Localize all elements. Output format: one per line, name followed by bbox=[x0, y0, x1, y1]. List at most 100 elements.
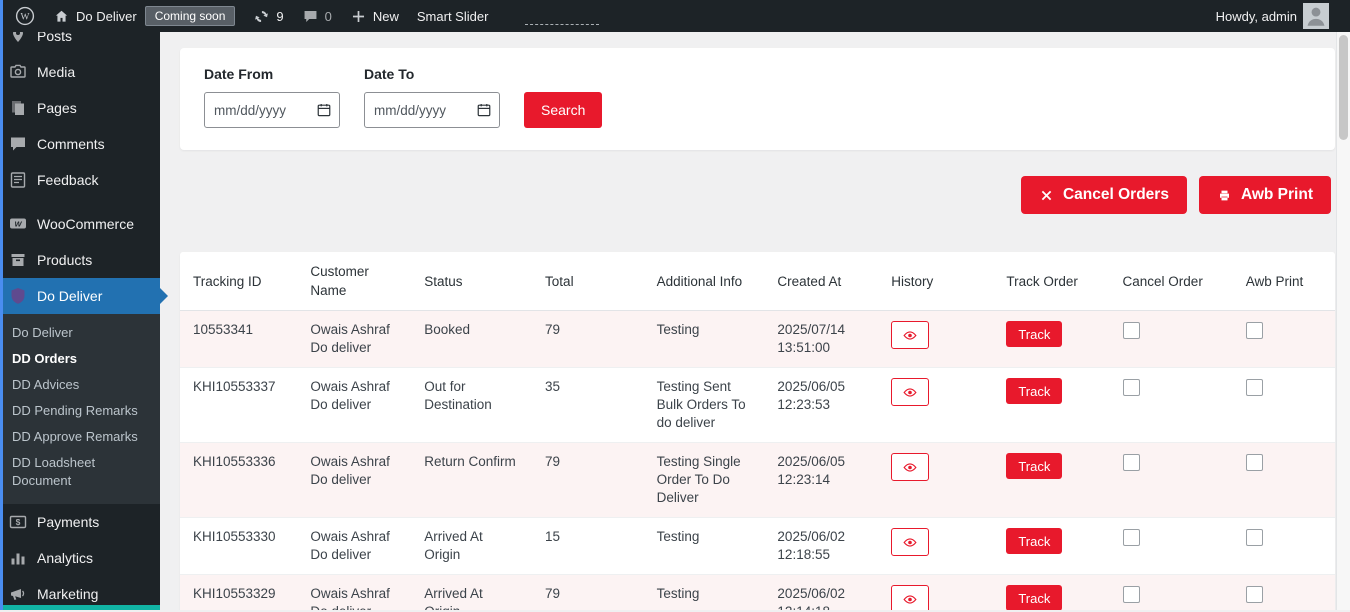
sidebar-item-media[interactable]: Media bbox=[0, 54, 160, 90]
track-button[interactable]: Track bbox=[1006, 378, 1063, 404]
track-button[interactable]: Track bbox=[1006, 453, 1063, 479]
sidebar-item-label: Products bbox=[37, 252, 93, 268]
column-header-track-order: Track Order bbox=[993, 252, 1110, 311]
smart-slider-label: Smart Slider bbox=[416, 8, 489, 24]
created-at-cell: 2025/06/02 12:18:55 bbox=[777, 529, 845, 562]
sidebar-item-feedback[interactable]: Feedback bbox=[0, 162, 160, 198]
date-from-input[interactable] bbox=[204, 92, 340, 128]
comments-link[interactable]: 0 bbox=[293, 0, 341, 32]
scrollbar-thumb[interactable] bbox=[1339, 35, 1348, 140]
column-header-total: Total bbox=[532, 252, 644, 311]
date-to-input[interactable] bbox=[364, 92, 500, 128]
submenu-item-dd-approve-remarks[interactable]: DD Approve Remarks bbox=[0, 424, 160, 450]
cancel-order-checkbox[interactable] bbox=[1122, 586, 1140, 603]
table-row: 10553341 Owais Ashraf Do deliver Booked … bbox=[180, 310, 1335, 368]
awb-print-checkbox[interactable] bbox=[1245, 586, 1263, 603]
history-button[interactable] bbox=[891, 453, 930, 481]
date-to-label: Date To bbox=[364, 66, 415, 82]
sidebar-item-pages[interactable]: Pages bbox=[0, 90, 160, 126]
user-avatar bbox=[1303, 3, 1329, 29]
column-header-cancel-order: Cancel Order bbox=[1109, 252, 1233, 311]
do-deliver-icon bbox=[8, 286, 28, 306]
sidebar-item-products[interactable]: Products bbox=[0, 242, 160, 278]
cancel-order-cell bbox=[1110, 311, 1233, 368]
site-name-label: Do Deliver bbox=[76, 8, 137, 24]
smart-slider-link[interactable]: Smart Slider bbox=[408, 0, 498, 32]
track-order-cell: Track bbox=[993, 443, 1109, 518]
search-button[interactable]: Search bbox=[524, 92, 603, 128]
orders-table-header-row: Tracking ID Customer Name Status Total Addit… bbox=[180, 252, 1335, 311]
woocommerce-icon bbox=[8, 214, 28, 234]
tracking-id-cell: KHI10553330 bbox=[193, 529, 276, 544]
sidebar-item-label: Media bbox=[37, 64, 76, 80]
total-cell: 15 bbox=[545, 529, 561, 544]
customer-name-cell: Owais Ashraf Do deliver bbox=[310, 454, 390, 487]
cancel-order-cell bbox=[1110, 518, 1233, 575]
date-to-field: Date To bbox=[364, 66, 500, 128]
submenu-item-dd-advices[interactable]: DD Advices bbox=[0, 372, 160, 398]
x-mark-icon bbox=[1039, 188, 1054, 203]
cancel-order-checkbox[interactable] bbox=[1122, 454, 1140, 471]
howdy-account-link[interactable]: Howdy, admin bbox=[1207, 0, 1338, 32]
wordpress-menu[interactable] bbox=[6, 0, 44, 32]
new-content-link[interactable]: New bbox=[341, 0, 408, 32]
updates-link[interactable]: 9 bbox=[244, 0, 292, 32]
column-header-additional-info: Additional Info bbox=[643, 252, 765, 311]
column-header-tracking-id: Tracking ID bbox=[180, 252, 298, 311]
status-cell: Arrived At Origin bbox=[424, 529, 483, 562]
awb-print-checkbox[interactable] bbox=[1245, 322, 1263, 339]
history-cell bbox=[878, 518, 993, 575]
cancel-order-checkbox[interactable] bbox=[1122, 379, 1140, 396]
track-button[interactable]: Track bbox=[1006, 585, 1063, 610]
submenu-item-do-deliver[interactable]: Do Deliver bbox=[0, 320, 160, 346]
date-from-field: Date From bbox=[204, 66, 340, 128]
history-button[interactable] bbox=[891, 585, 930, 610]
sidebar-item-do-deliver[interactable]: Do Deliver bbox=[0, 278, 168, 314]
cancel-order-checkbox[interactable] bbox=[1122, 322, 1140, 339]
bulk-actions-bar: Cancel Orders Awb Print bbox=[160, 176, 1331, 214]
site-name-link[interactable]: Do Deliver Coming soon bbox=[44, 0, 244, 32]
sidebar-item-comments[interactable]: Comments bbox=[0, 126, 160, 162]
awb-print-cell bbox=[1233, 368, 1335, 443]
history-button[interactable] bbox=[891, 378, 930, 406]
submenu-item-dd-orders[interactable]: DD Orders bbox=[0, 346, 160, 372]
total-cell: 79 bbox=[545, 454, 561, 469]
eye-icon bbox=[901, 592, 919, 607]
total-cell: 35 bbox=[545, 379, 561, 394]
sidebar-item-woocommerce[interactable]: WooCommerce bbox=[0, 206, 160, 242]
awb-print-checkbox[interactable] bbox=[1245, 529, 1263, 546]
table-row: KHI10553329 Owais Ashraf Do deliver Arri… bbox=[180, 574, 1335, 611]
submenu-item-dd-loadsheet-document[interactable]: DD Loadsheet Document bbox=[0, 450, 160, 494]
sidebar-item-payments[interactable]: Payments bbox=[0, 504, 160, 540]
track-order-cell: Track bbox=[993, 575, 1109, 610]
comments-icon bbox=[8, 134, 28, 154]
eye-icon bbox=[901, 385, 919, 400]
new-label: New bbox=[372, 8, 399, 24]
orders-table: Tracking ID Customer Name Status Total Addit… bbox=[180, 252, 1335, 610]
cancel-orders-button[interactable]: Cancel Orders bbox=[1020, 176, 1187, 214]
sidebar-bottom-strip bbox=[0, 605, 160, 610]
history-button[interactable] bbox=[891, 321, 930, 349]
awb-print-checkbox[interactable] bbox=[1245, 454, 1263, 471]
date-from-label: Date From bbox=[204, 66, 274, 82]
track-button[interactable]: Track bbox=[1006, 528, 1063, 554]
vertical-scrollbar[interactable] bbox=[1336, 32, 1350, 610]
sidebar-item-label: Pages bbox=[37, 100, 77, 116]
track-button[interactable]: Track bbox=[1006, 321, 1063, 347]
created-at-cell: 2025/06/02 12:14:18 bbox=[777, 586, 845, 610]
tracking-id-cell: 10553341 bbox=[193, 322, 254, 337]
track-order-cell: Track bbox=[993, 368, 1109, 443]
awb-print-cell bbox=[1233, 518, 1335, 575]
sidebar-item-analytics[interactable]: Analytics bbox=[0, 540, 160, 576]
cancel-order-checkbox[interactable] bbox=[1122, 529, 1140, 546]
history-button[interactable] bbox=[891, 528, 930, 556]
window-edge bbox=[0, 0, 3, 610]
history-cell bbox=[878, 443, 993, 518]
submenu-item-dd-pending-remarks[interactable]: DD Pending Remarks bbox=[0, 398, 160, 424]
awb-print-button[interactable]: Awb Print bbox=[1198, 176, 1331, 214]
history-cell bbox=[878, 575, 993, 610]
coming-soon-badge: Coming soon bbox=[144, 6, 236, 26]
cancel-order-cell bbox=[1110, 575, 1233, 611]
track-order-cell: Track bbox=[993, 518, 1109, 575]
awb-print-checkbox[interactable] bbox=[1245, 379, 1263, 396]
